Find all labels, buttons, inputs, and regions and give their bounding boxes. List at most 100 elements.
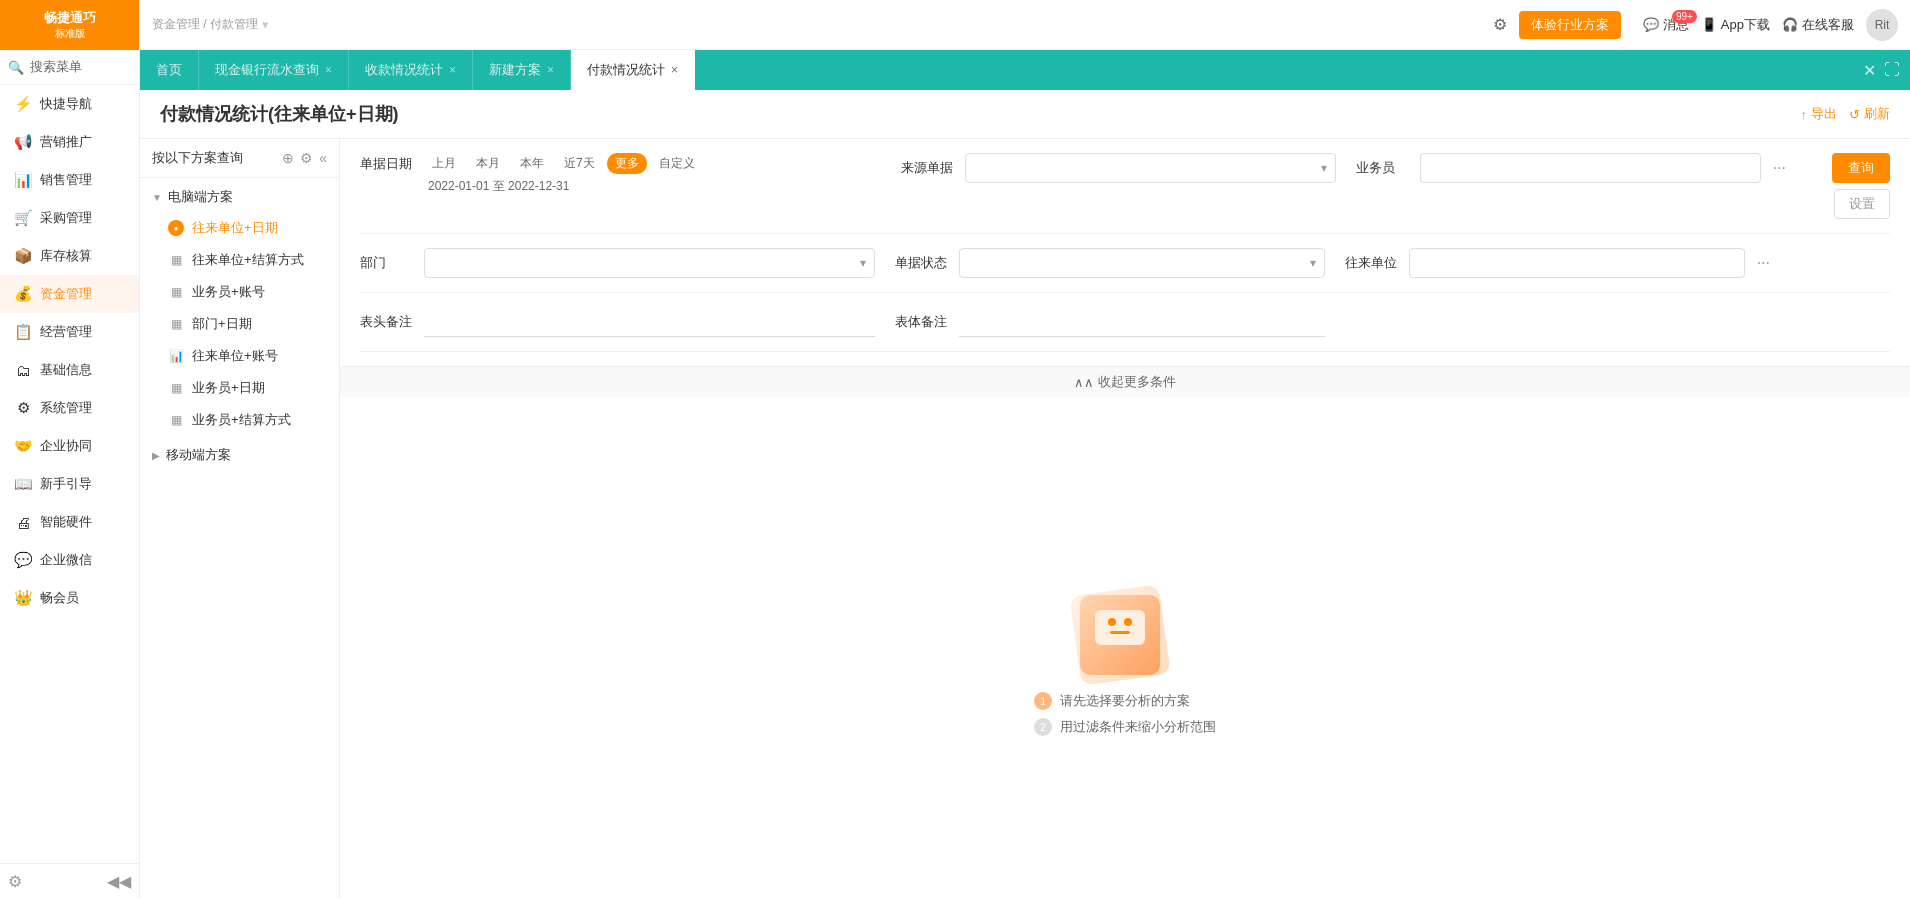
date-options: 上月 本月 本年 近7天 更多 自定义: [424, 153, 703, 174]
collapse-conditions-btn[interactable]: ∧∧ 收起更多条件: [340, 366, 1910, 397]
tab-new-scheme-close[interactable]: ×: [547, 63, 554, 77]
staff-ellipsis[interactable]: ···: [1769, 159, 1790, 177]
app-download-btn[interactable]: 📱 App下载: [1701, 16, 1770, 34]
date-opt-this-month[interactable]: 本月: [468, 153, 508, 174]
tab-close-all-icon[interactable]: ✕: [1863, 61, 1876, 80]
sidebar-item-member[interactable]: 👑 畅会员: [0, 579, 139, 617]
sidebar-item-system[interactable]: ⚙ 系统管理: [0, 389, 139, 427]
sidebar-item-basic-info[interactable]: 🗂 基础信息: [0, 351, 139, 389]
tab-payment-stats[interactable]: 付款情况统计 ×: [571, 50, 695, 90]
sidebar-item-purchase[interactable]: 🛒 采购管理: [0, 199, 139, 237]
breadcrumb-text: 资金管理 / 付款管理: [152, 16, 258, 33]
app-label: App下载: [1721, 16, 1770, 34]
logo-sub: 标准版: [44, 27, 96, 41]
partner-input[interactable]: [1409, 248, 1745, 278]
scheme-desktop-title[interactable]: ▼ 电脑端方案: [140, 182, 339, 212]
tab-new-scheme[interactable]: 新建方案 ×: [473, 50, 571, 90]
scheme-item-dept-date[interactable]: ▦ 部门+日期: [140, 308, 339, 340]
scheme-item-label-unit-account: 往来单位+账号: [192, 347, 278, 365]
service-btn[interactable]: 🎧 在线客服: [1782, 16, 1854, 34]
source-select-arrow: ▾: [1321, 161, 1327, 175]
sidebar-item-label: 采购管理: [40, 209, 92, 227]
source-select[interactable]: ▾: [965, 153, 1335, 183]
system-icon: ⚙: [14, 399, 32, 417]
tab-home[interactable]: 首页: [140, 50, 199, 90]
sidebar-item-sales[interactable]: 📊 销售管理: [0, 161, 139, 199]
sidebar-item-fund[interactable]: 💰 资金管理: [0, 275, 139, 313]
scheme-item-label-unit-date: 往来单位+日期: [192, 219, 278, 237]
wechat-icon: 💬: [14, 551, 32, 569]
sidebar-item-enterprise[interactable]: 🤝 企业协同: [0, 427, 139, 465]
dept-select[interactable]: ▾: [424, 248, 875, 278]
header-gear-icon[interactable]: ⚙: [1493, 15, 1507, 34]
sidebar: 畅捷通巧 标准版 🔍 搜索菜单 ⚡ 快捷导航 📢 营销推广 📊 销售管理 🛒 采…: [0, 0, 140, 899]
filter-field-header-note: 表头备注: [360, 307, 875, 337]
sidebar-item-quick-nav[interactable]: ⚡ 快捷导航: [0, 85, 139, 123]
tab-cash-flow-label: 现金银行流水查询: [215, 61, 319, 79]
partner-label: 往来单位: [1345, 254, 1401, 272]
date-opt-7days[interactable]: 近7天: [556, 153, 603, 174]
sidebar-item-label: 企业微信: [40, 551, 92, 569]
user-avatar[interactable]: Rit: [1866, 9, 1898, 41]
sidebar-bottom: ⚙ ◀◀: [0, 863, 139, 899]
staff-input[interactable]: [1420, 153, 1761, 183]
search-menu[interactable]: 🔍 搜索菜单: [0, 50, 139, 85]
scheme-item-unit-account[interactable]: 📊 往来单位+账号: [140, 340, 339, 372]
doc-status-select[interactable]: ▾: [959, 248, 1324, 278]
sidebar-item-guide[interactable]: 📖 新手引导: [0, 465, 139, 503]
partner-ellipsis[interactable]: ···: [1753, 254, 1774, 272]
tab-bar-actions: ✕ ⛶: [1853, 61, 1910, 80]
content-area: 按以下方案查询 ⊕ ⚙ « ▼ 电脑端方案 ● 往来单位+日期: [140, 139, 1910, 899]
body-note-input[interactable]: [959, 307, 1324, 337]
export-label: 导出: [1811, 105, 1837, 123]
refresh-btn[interactable]: ↺ 刷新: [1849, 105, 1890, 123]
export-btn[interactable]: ↑ 导出: [1801, 105, 1838, 123]
header-note-input[interactable]: [424, 307, 875, 337]
sidebar-item-operation[interactable]: 📋 经营管理: [0, 313, 139, 351]
sidebar-item-wechat[interactable]: 💬 企业微信: [0, 541, 139, 579]
sidebar-item-hardware[interactable]: 🖨 智能硬件: [0, 503, 139, 541]
collapse-sidebar-icon[interactable]: ◀◀: [107, 872, 131, 891]
sidebar-item-label: 经营管理: [40, 323, 92, 341]
page-content: 付款情况统计(往来单位+日期) ↑ 导出 ↺ 刷新 按以下方案查询 ⊕: [140, 90, 1910, 899]
scheme-add-btn[interactable]: ⊕: [282, 150, 294, 166]
scheme-item-unit-settle[interactable]: ▦ 往来单位+结算方式: [140, 244, 339, 276]
scheme-collapse-btn[interactable]: «: [319, 150, 327, 166]
inventory-icon: 📦: [14, 247, 32, 265]
date-opt-custom[interactable]: 自定义: [651, 153, 703, 174]
robot-eye-left: [1108, 618, 1116, 626]
scheme-item-icon-staff-date: ▦: [168, 380, 184, 396]
date-opt-this-year[interactable]: 本年: [512, 153, 552, 174]
tab-receipt-stats-label: 收款情况统计: [365, 61, 443, 79]
scheme-panel-header-actions: ⊕ ⚙ «: [282, 150, 327, 166]
scheme-settings-btn[interactable]: ⚙: [300, 150, 313, 166]
sidebar-item-inventory[interactable]: 📦 库存核算: [0, 237, 139, 275]
tab-cash-flow[interactable]: 现金银行流水查询 ×: [199, 50, 349, 90]
scheme-item-staff-date[interactable]: ▦ 业务员+日期: [140, 372, 339, 404]
tab-payment-stats-label: 付款情况统计: [587, 61, 665, 79]
dept-label: 部门: [360, 254, 416, 272]
tab-cash-flow-close[interactable]: ×: [325, 63, 332, 77]
date-opt-more[interactable]: 更多: [607, 153, 647, 174]
tab-expand-icon[interactable]: ⛶: [1884, 61, 1900, 79]
settings-bottom-icon[interactable]: ⚙: [8, 872, 22, 891]
query-btn[interactable]: 查询: [1832, 153, 1890, 183]
tab-receipt-stats[interactable]: 收款情况统计 ×: [349, 50, 473, 90]
scheme-item-unit-date[interactable]: ● 往来单位+日期: [140, 212, 339, 244]
marketing-icon: 📢: [14, 133, 32, 151]
doc-status-label: 单据状态: [895, 254, 951, 272]
page-title: 付款情况统计(往来单位+日期): [160, 102, 399, 126]
scheme-item-staff-settle[interactable]: ▦ 业务员+结算方式: [140, 404, 339, 436]
date-opt-last-month[interactable]: 上月: [424, 153, 464, 174]
settings-btn[interactable]: 设置: [1834, 189, 1890, 219]
sidebar-item-marketing[interactable]: 📢 营销推广: [0, 123, 139, 161]
sidebar-item-label: 基础信息: [40, 361, 92, 379]
sidebar-item-label: 销售管理: [40, 171, 92, 189]
message-btn[interactable]: 💬 消息 99+: [1643, 16, 1689, 34]
tab-receipt-stats-close[interactable]: ×: [449, 63, 456, 77]
scheme-mobile-group[interactable]: ▶ 移动端方案: [140, 440, 339, 470]
scheme-panel-label: 按以下方案查询: [152, 149, 243, 167]
industry-btn[interactable]: 体验行业方案: [1519, 11, 1621, 39]
scheme-item-staff-account[interactable]: ▦ 业务员+账号: [140, 276, 339, 308]
tab-payment-stats-close[interactable]: ×: [671, 63, 678, 77]
